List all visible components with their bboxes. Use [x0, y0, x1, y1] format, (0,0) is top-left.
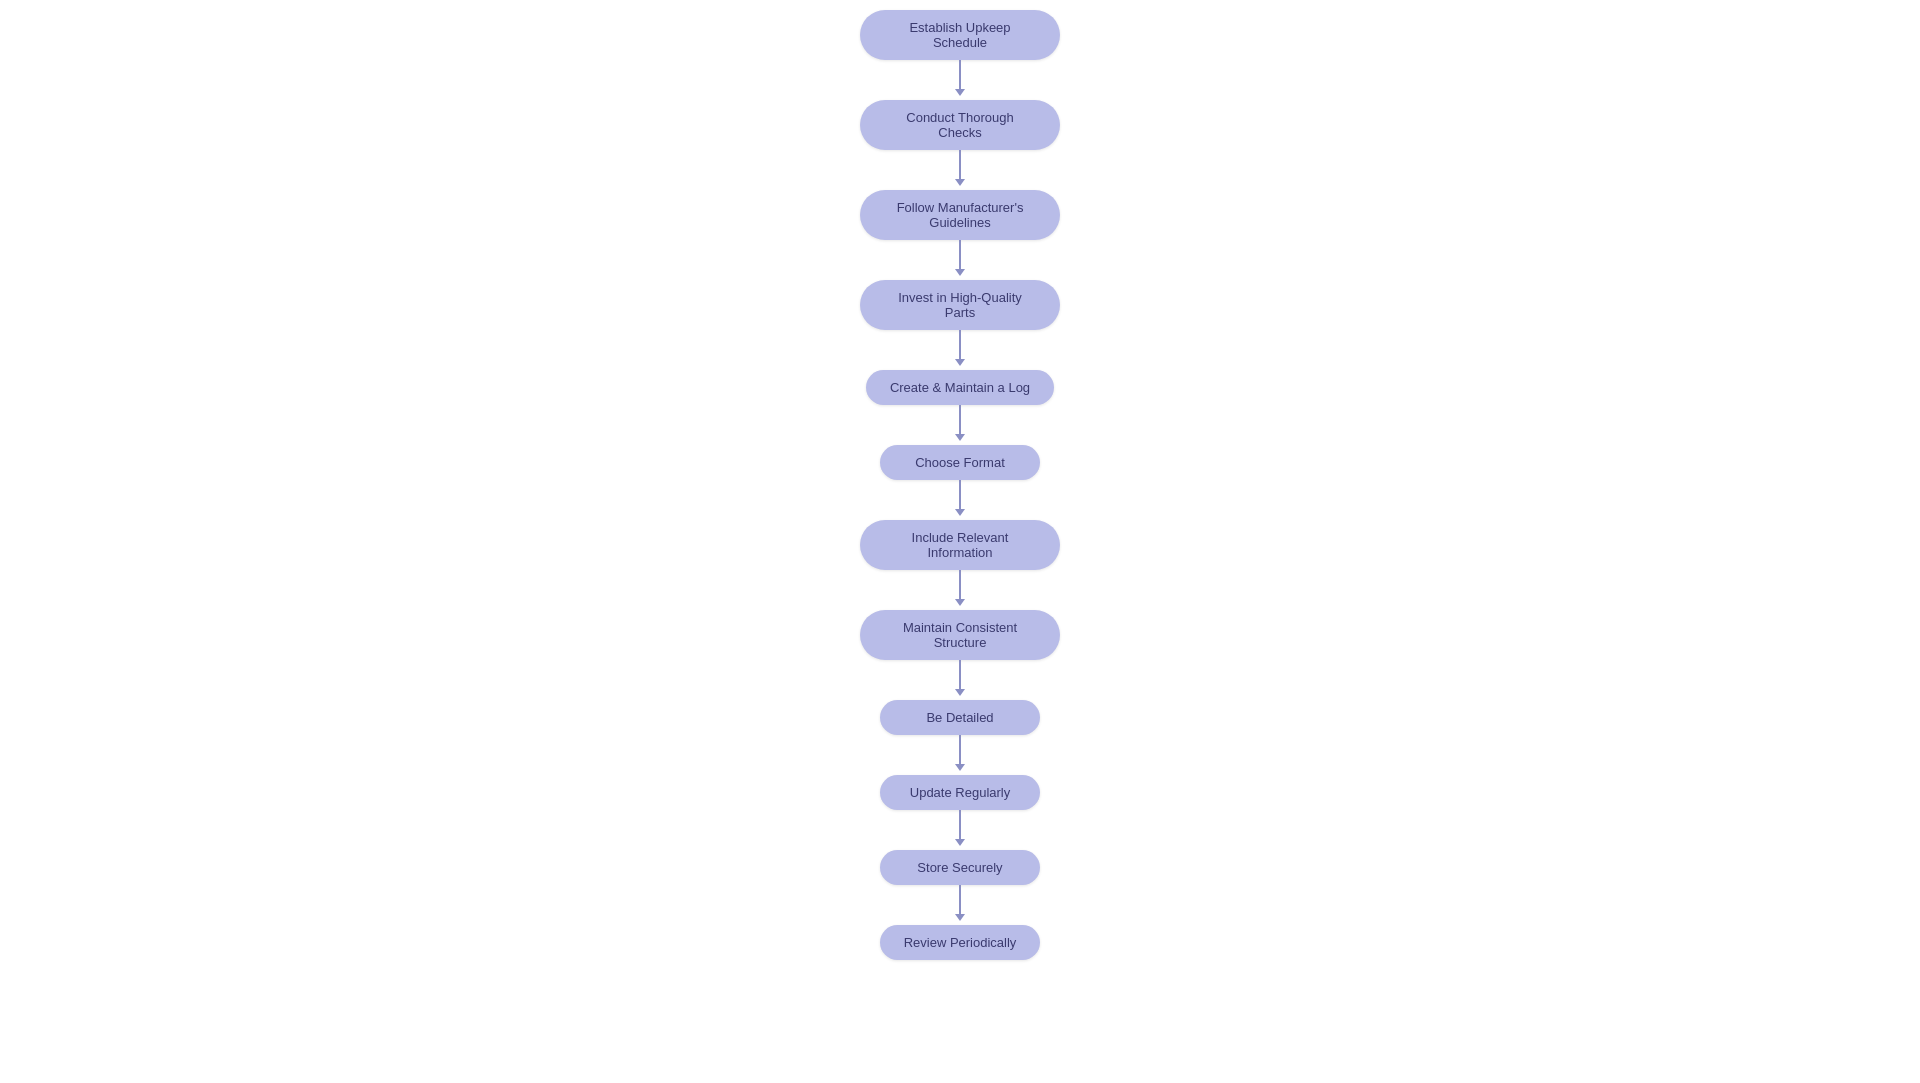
flow-node-establish-upkeep-schedule[interactable]: Establish Upkeep Schedule	[860, 10, 1060, 60]
flow-arrow-3	[955, 240, 965, 280]
flow-node-review-periodically[interactable]: Review Periodically	[880, 925, 1041, 960]
flow-node-conduct-thorough-checks[interactable]: Conduct Thorough Checks	[860, 100, 1060, 150]
flow-arrow-6	[955, 480, 965, 520]
flow-node-follow-manufacturer-guidelines[interactable]: Follow Manufacturer's Guidelines	[860, 190, 1060, 240]
flow-node-choose-format[interactable]: Choose Format	[880, 445, 1040, 480]
flow-node-create-maintain-log[interactable]: Create & Maintain a Log	[866, 370, 1054, 405]
flow-node-store-securely[interactable]: Store Securely	[880, 850, 1040, 885]
flow-arrow-10	[955, 810, 965, 850]
flow-node-update-regularly[interactable]: Update Regularly	[880, 775, 1040, 810]
flow-node-include-relevant-information[interactable]: Include Relevant Information	[860, 520, 1060, 570]
flow-node-invest-high-quality-parts[interactable]: Invest in High-Quality Parts	[860, 280, 1060, 330]
flow-arrow-11	[955, 885, 965, 925]
flowchart: Establish Upkeep Schedule Conduct Thoroug…	[0, 0, 1920, 960]
flow-arrow-1	[955, 60, 965, 100]
flow-node-maintain-consistent-structure[interactable]: Maintain Consistent Structure	[860, 610, 1060, 660]
flow-arrow-2	[955, 150, 965, 190]
flow-arrow-9	[955, 735, 965, 775]
flow-arrow-5	[955, 405, 965, 445]
flow-node-be-detailed[interactable]: Be Detailed	[880, 700, 1040, 735]
flow-arrow-4	[955, 330, 965, 370]
flow-arrow-8	[955, 660, 965, 700]
flow-arrow-7	[955, 570, 965, 610]
